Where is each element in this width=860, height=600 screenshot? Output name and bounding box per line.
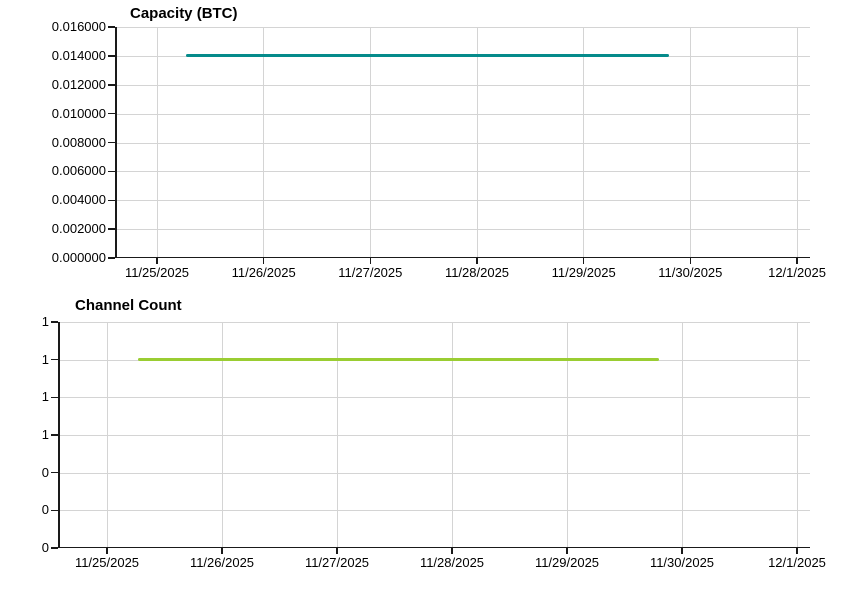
x-tick-label: 11/29/2025 [519,555,615,571]
capacity-chart-title: Capacity (BTC) [130,5,238,22]
v-gridline [263,27,264,258]
y-tick-label: 1 [0,314,49,330]
capacity-plot-area[interactable]: 0.0160000.0140000.0120000.0100000.008000… [115,27,810,258]
y-tick-label: 0 [0,540,49,556]
h-gridline [58,397,810,398]
x-tick-mark [336,548,338,554]
v-gridline [452,322,453,548]
v-gridline [337,322,338,548]
v-gridline [690,27,691,258]
y-tick-mark [108,200,115,202]
x-tick-label: 11/27/2025 [322,265,418,281]
y-tick-label: 0.008000 [36,135,106,151]
series-line-channel-count [138,358,659,361]
y-tick-label: 0.006000 [36,163,106,179]
h-gridline [58,473,810,474]
v-gridline [107,322,108,548]
x-tick-mark [221,548,223,554]
y-tick-label: 0.014000 [36,48,106,64]
charts-page: Capacity (BTC) 0.0160000.0140000.0120000… [0,0,860,600]
x-tick-label: 11/28/2025 [429,265,525,281]
h-gridline [58,435,810,436]
x-tick-mark [106,548,108,554]
x-tick-mark [451,548,453,554]
v-gridline [222,322,223,548]
h-gridline [115,143,810,144]
y-tick-mark [108,171,115,173]
v-gridline [797,322,798,548]
x-tick-mark [263,258,265,264]
x-tick-label: 11/28/2025 [404,555,500,571]
y-tick-label: 1 [0,427,49,443]
x-tick-label: 11/26/2025 [174,555,270,571]
y-tick-mark [51,510,58,512]
x-tick-label: 11/30/2025 [634,555,730,571]
y-tick-mark [108,55,115,57]
y-tick-mark [51,397,58,399]
v-gridline [797,27,798,258]
x-tick-label: 11/26/2025 [216,265,312,281]
x-tick-label: 12/1/2025 [749,555,845,571]
y-tick-label: 0.012000 [36,77,106,93]
h-gridline [115,85,810,86]
x-tick-mark [796,548,798,554]
y-tick-label: 0.004000 [36,192,106,208]
y-tick-mark [51,434,58,436]
y-tick-mark [51,547,58,549]
channel-count-chart-title: Channel Count [75,297,182,314]
y-tick-label: 1 [0,389,49,405]
h-gridline [115,27,810,28]
y-tick-label: 0 [0,502,49,518]
series-line-capacity-btc- [186,54,669,57]
x-tick-mark [681,548,683,554]
x-tick-mark [156,258,158,264]
x-tick-mark [566,548,568,554]
y-tick-label: 0.016000 [36,19,106,35]
v-gridline [370,27,371,258]
y-tick-label: 1 [0,352,49,368]
y-tick-mark [51,321,58,323]
h-gridline [58,510,810,511]
y-tick-mark [108,228,115,230]
y-tick-mark [108,142,115,144]
y-tick-label: 0 [0,465,49,481]
y-tick-mark [51,472,58,474]
y-tick-mark [108,257,115,259]
y-tick-label: 0.000000 [36,250,106,266]
y-tick-mark [108,84,115,86]
v-gridline [477,27,478,258]
y-tick-mark [108,26,115,28]
x-tick-label: 11/29/2025 [536,265,632,281]
x-tick-label: 11/25/2025 [59,555,155,571]
h-gridline [115,171,810,172]
v-gridline [682,322,683,548]
h-gridline [58,322,810,323]
x-tick-mark [476,258,478,264]
x-axis-line [115,257,810,259]
y-tick-label: 0.010000 [36,106,106,122]
h-gridline [115,114,810,115]
x-tick-mark [796,258,798,264]
y-tick-label: 0.002000 [36,221,106,237]
y-axis-line [58,322,60,548]
x-tick-mark [583,258,585,264]
y-tick-mark [108,113,115,115]
x-tick-mark [690,258,692,264]
x-tick-label: 12/1/2025 [749,265,845,281]
x-tick-label: 11/25/2025 [109,265,205,281]
y-tick-mark [51,359,58,361]
y-axis-line [115,27,117,258]
x-tick-label: 11/27/2025 [289,555,385,571]
h-gridline [115,229,810,230]
channel-count-plot-area[interactable]: 111100011/25/202511/26/202511/27/202511/… [58,322,810,548]
v-gridline [567,322,568,548]
x-tick-mark [370,258,372,264]
v-gridline [583,27,584,258]
h-gridline [115,200,810,201]
v-gridline [157,27,158,258]
x-tick-label: 11/30/2025 [642,265,738,281]
x-axis-line [58,547,810,549]
